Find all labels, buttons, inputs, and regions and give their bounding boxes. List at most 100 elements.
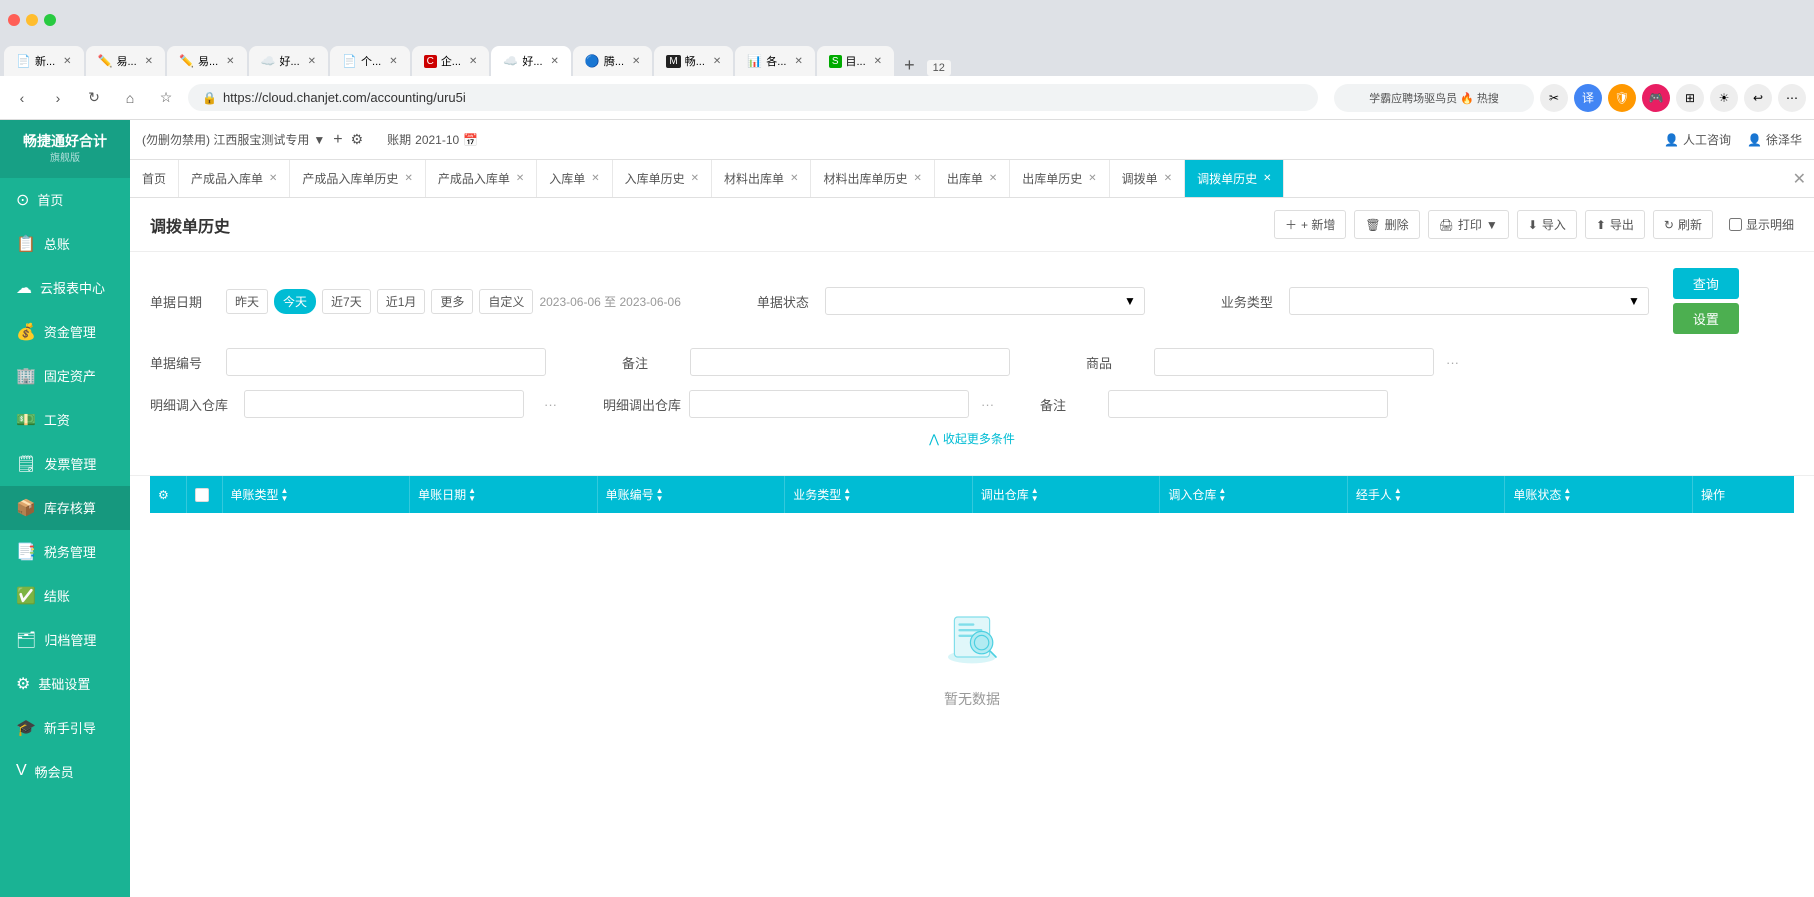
from-store-input[interactable]	[244, 390, 524, 418]
date-more[interactable]: 更多	[431, 289, 473, 314]
sidebar-item-settings[interactable]: ⚙ 基础设置	[0, 662, 130, 706]
date-yesterday[interactable]: 昨天	[226, 289, 268, 314]
sidebar-item-archive[interactable]: 🗂 归档管理	[0, 618, 130, 662]
ext-4[interactable]: 🎮	[1642, 84, 1670, 112]
from-store-dots[interactable]: ···	[544, 397, 557, 412]
sidebar-item-ledger[interactable]: 📋 总账	[0, 222, 130, 266]
nav-tab-prod-in2-close[interactable]: ✕	[516, 173, 524, 184]
nav-tab-prod-in[interactable]: 产成品入库单 ✕	[179, 160, 290, 198]
th-handler[interactable]: 经手人 ▲▼	[1347, 476, 1505, 513]
ext-5[interactable]: ⊞	[1676, 84, 1704, 112]
th-doc-type[interactable]: 单账类型 ▲▼	[222, 476, 410, 513]
tab-5[interactable]: 📄个...✕	[330, 46, 410, 76]
forward-button[interactable]: ›	[44, 84, 72, 112]
date-today[interactable]: 今天	[274, 289, 316, 314]
tab-2[interactable]: ✏️易...✕	[86, 46, 166, 76]
user-service-btn[interactable]: 👤 人工咨询	[1664, 131, 1731, 148]
back-button[interactable]: ‹	[8, 84, 36, 112]
nav-tab-stock-in-close[interactable]: ✕	[591, 173, 599, 184]
nav-tab-transfer-close[interactable]: ✕	[1164, 173, 1172, 184]
th-to-store[interactable]: 调入仓库 ▲▼	[1160, 476, 1348, 513]
nav-tab-out-close[interactable]: ✕	[989, 173, 997, 184]
nav-tab-transfer-hist-close[interactable]: ✕	[1263, 173, 1271, 184]
ext-6[interactable]: ☀	[1710, 84, 1738, 112]
note-input[interactable]	[690, 348, 1010, 376]
date-custom[interactable]: 自定义	[479, 289, 533, 314]
nav-tab-prod-in-hist[interactable]: 产成品入库单历史 ✕	[290, 160, 425, 198]
goods-input[interactable]	[1154, 348, 1434, 376]
nav-tab-stock-in[interactable]: 入库单 ✕	[537, 160, 612, 198]
sidebar-item-assets[interactable]: 🏢 固定资产	[0, 354, 130, 398]
date-1month[interactable]: 近1月	[377, 289, 426, 314]
nav-tab-mat-out-hist[interactable]: 材料出库单历史 ✕	[811, 160, 934, 198]
ext-3[interactable]: 🛡	[1608, 84, 1636, 112]
new-tab-button[interactable]: +	[896, 55, 923, 76]
th-checkbox[interactable]	[186, 476, 222, 513]
nav-tab-mat-out-hist-close[interactable]: ✕	[913, 173, 921, 184]
bookmark-button[interactable]: ☆	[152, 84, 180, 112]
nav-tab-stock-in-hist-close[interactable]: ✕	[691, 173, 699, 184]
ext-7[interactable]: ↩	[1744, 84, 1772, 112]
tab-7[interactable]: ☁️好...✕	[491, 46, 571, 76]
print-button[interactable]: 🖨 打印 ▼	[1428, 210, 1509, 239]
th-doc-status[interactable]: 单账状态 ▲▼	[1505, 476, 1693, 513]
reload-button[interactable]: ↻	[80, 84, 108, 112]
home-button[interactable]: ⌂	[116, 84, 144, 112]
sidebar-item-invoice[interactable]: 🗒 发票管理	[0, 442, 130, 486]
new-button[interactable]: ＋ + 新增	[1274, 210, 1346, 239]
sidebar-item-tax[interactable]: 📑 税务管理	[0, 530, 130, 574]
tab-11[interactable]: S目...✕	[817, 46, 894, 76]
ext-2[interactable]: 译	[1574, 84, 1602, 112]
select-all-checkbox[interactable]	[195, 488, 209, 502]
tab-10[interactable]: 📊各...✕	[735, 46, 815, 76]
period-selector[interactable]: 账期 2021-10 📅	[387, 131, 478, 148]
export-button[interactable]: ⬆ 导出	[1585, 210, 1645, 239]
query-button[interactable]: 查询	[1673, 268, 1739, 299]
nav-tab-prod-in-close[interactable]: ✕	[269, 173, 277, 184]
sidebar-item-finance[interactable]: 💰 资金管理	[0, 310, 130, 354]
import-button[interactable]: ⬇ 导入	[1517, 210, 1577, 239]
nav-tab-mat-out-close[interactable]: ✕	[790, 173, 798, 184]
note2-input[interactable]	[1108, 390, 1388, 418]
nav-tab-prod-in-hist-close[interactable]: ✕	[404, 173, 412, 184]
add-company-button[interactable]: +	[333, 131, 342, 149]
tab-4[interactable]: ☁️好...✕	[249, 46, 329, 76]
th-doc-num[interactable]: 单账编号 ▲▼	[597, 476, 785, 513]
company-settings-button[interactable]: ⚙	[351, 131, 364, 148]
goods-dots[interactable]: ···	[1446, 355, 1459, 370]
tab-3[interactable]: ✏️易...✕	[167, 46, 247, 76]
sidebar-item-membership[interactable]: V 畅会员	[0, 750, 130, 793]
search-bar[interactable]: 学霸应聘场驱鸟员 🔥 热搜	[1334, 84, 1534, 112]
close-all-tabs-button[interactable]: ✕	[1785, 169, 1814, 189]
th-settings[interactable]: ⚙	[150, 476, 186, 513]
address-bar[interactable]: 🔒 https://cloud.chanjet.com/accounting/u…	[188, 84, 1318, 111]
sidebar-item-salary[interactable]: 💵 工资	[0, 398, 130, 442]
tab-6[interactable]: C企...✕	[412, 46, 490, 76]
ext-1[interactable]: ✂	[1540, 84, 1568, 112]
company-selector[interactable]: (勿删勿禁用) 江西服宝测试专用 ▼	[142, 131, 325, 148]
nav-tab-out[interactable]: 出库单 ✕	[935, 160, 1010, 198]
nav-tab-out-hist[interactable]: 出库单历史 ✕	[1010, 160, 1109, 198]
refresh-button[interactable]: ↻ 刷新	[1653, 210, 1713, 239]
tab-1[interactable]: 📄新...✕	[4, 46, 84, 76]
tab-9[interactable]: M畅...✕	[654, 46, 733, 76]
to-store-dots[interactable]: ···	[981, 397, 994, 412]
delete-button[interactable]: 🗑 删除	[1354, 210, 1419, 239]
ext-8[interactable]: ⋯	[1778, 84, 1806, 112]
th-doc-date[interactable]: 单账日期 ▲▼	[410, 476, 598, 513]
nav-tab-stock-in-hist[interactable]: 入库单历史 ✕	[613, 160, 712, 198]
tab-8[interactable]: 🔵腾...✕	[573, 46, 653, 76]
status-select[interactable]: ▼	[825, 287, 1145, 315]
collapse-button[interactable]: ⋀ 收起更多条件	[917, 426, 1027, 451]
nav-tab-prod-in2[interactable]: 产成品入库单 ✕	[426, 160, 537, 198]
sidebar-item-home[interactable]: ⊙ 首页	[0, 178, 130, 222]
nav-tab-mat-out[interactable]: 材料出库单 ✕	[712, 160, 811, 198]
nav-tab-transfer-hist[interactable]: 调拨单历史 ✕	[1185, 160, 1284, 198]
user-avatar[interactable]: 👤 徐泽华	[1747, 131, 1802, 148]
sidebar-item-close[interactable]: ✅ 结账	[0, 574, 130, 618]
nav-tab-home[interactable]: 首页	[130, 160, 179, 198]
nav-tab-transfer[interactable]: 调拨单 ✕	[1110, 160, 1185, 198]
setting-button[interactable]: 设置	[1673, 303, 1739, 334]
display-toggle[interactable]: 显示明细	[1729, 216, 1794, 233]
to-store-input[interactable]	[689, 390, 969, 418]
